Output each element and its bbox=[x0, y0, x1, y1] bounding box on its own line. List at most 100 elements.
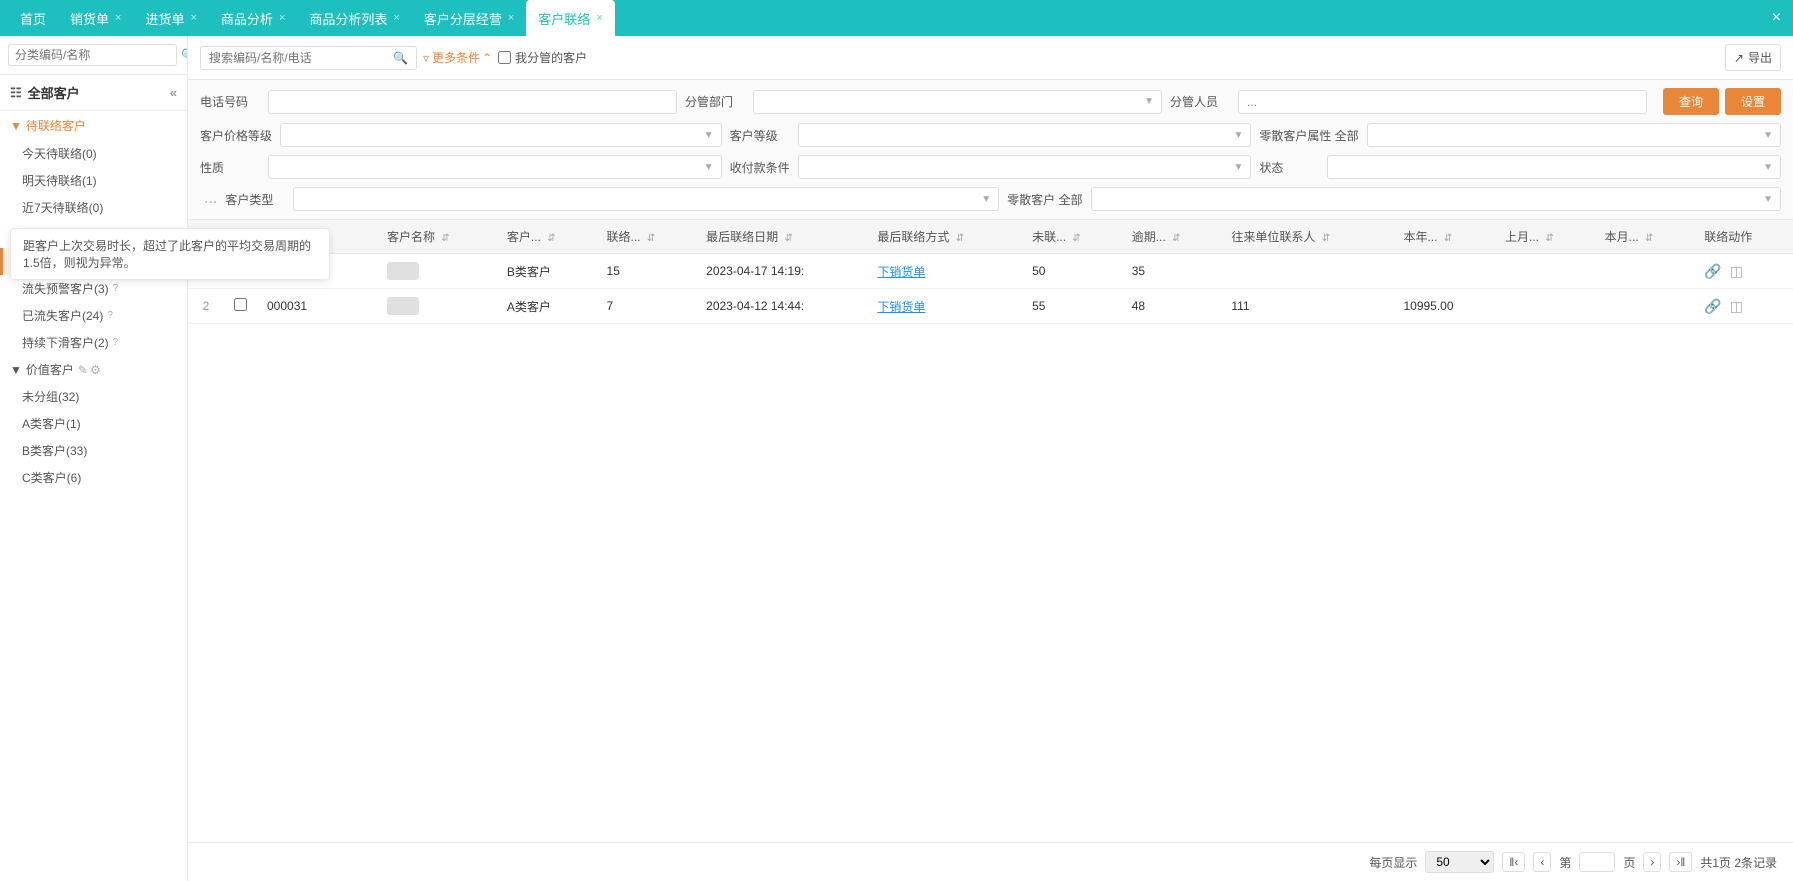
per-page-select[interactable]: 20 50 100 bbox=[1425, 851, 1494, 873]
sidebar-item-a-class[interactable]: A类客户(1) bbox=[0, 410, 187, 437]
my-customers-checkbox[interactable] bbox=[498, 51, 511, 64]
phone-input[interactable] bbox=[268, 90, 677, 114]
dept-select[interactable] bbox=[753, 90, 1162, 114]
sidebar-item-churned[interactable]: 已流失客户(24) ? bbox=[0, 302, 187, 329]
table-row: 2 000031 A类客户 7 2023-04-12 14:44: 下销货单 5… bbox=[188, 289, 1793, 324]
customer-type-select[interactable] bbox=[293, 187, 999, 211]
action-qr-icon[interactable]: ◫ bbox=[1730, 263, 1743, 280]
cell-action: 🔗 ◫ bbox=[1694, 289, 1793, 324]
settings-icon[interactable]: ⚙ bbox=[90, 363, 101, 377]
prev-page-button[interactable]: ‹ bbox=[1533, 852, 1551, 872]
retail-customer-select-wrapper: ▼ bbox=[1091, 187, 1781, 211]
sort-category-icon[interactable]: ⇵ bbox=[547, 233, 555, 244]
close-analysis-icon[interactable]: × bbox=[279, 12, 285, 24]
sort-year-icon[interactable]: ⇵ bbox=[1444, 233, 1452, 244]
price-level-select-wrapper: ▼ bbox=[280, 123, 722, 147]
close-purchase-icon[interactable]: × bbox=[190, 12, 196, 24]
sidebar-item-b-class[interactable]: B类客户(33) bbox=[0, 437, 187, 464]
sort-method-icon[interactable]: ⇵ bbox=[956, 233, 964, 244]
nav-customer-seg[interactable]: 客户分层经营 × bbox=[412, 0, 526, 36]
cell-code: 000031 bbox=[257, 289, 377, 324]
status-select-wrapper: ▼ bbox=[1327, 155, 1781, 179]
sort-overdue-icon[interactable]: ⇵ bbox=[1172, 233, 1180, 244]
sort-history-icon[interactable]: ⇵ bbox=[1322, 233, 1330, 244]
col-category: 客户... ⇵ bbox=[497, 220, 597, 254]
close-customer-contact-icon[interactable]: × bbox=[596, 12, 602, 24]
query-button[interactable]: 查询 bbox=[1663, 88, 1719, 115]
sidebar-item-declining[interactable]: 持续下滑客户(2) ? bbox=[0, 329, 187, 356]
customer-level-select[interactable] bbox=[798, 123, 1252, 147]
pending-arrow-icon: ▼ bbox=[10, 119, 22, 133]
cell-contact: 15 bbox=[597, 254, 697, 289]
cell-this-year bbox=[1393, 254, 1495, 289]
value-section-title[interactable]: ▼ 价值客户 ✎ ⚙ bbox=[0, 356, 187, 383]
filter-buttons: 查询 设置 bbox=[1663, 88, 1781, 115]
cell-overdue: 48 bbox=[1122, 289, 1222, 324]
next-page-button[interactable]: › bbox=[1643, 852, 1661, 872]
nav-customer-contact[interactable]: 客户联络 × bbox=[526, 0, 614, 36]
sidebar-search-input[interactable] bbox=[8, 44, 177, 66]
action-link-icon[interactable]: 🔗 bbox=[1704, 298, 1721, 315]
last-method-link[interactable]: 下销货单 bbox=[877, 300, 925, 314]
filter-row-1: 电话号码 分管部门 ▼ 分管人员 查询 设置 bbox=[200, 88, 1781, 115]
sidebar-item-today[interactable]: 今天待联络(0) bbox=[0, 140, 187, 167]
manager-input[interactable] bbox=[1238, 90, 1647, 114]
row-checkbox-1[interactable] bbox=[234, 298, 247, 311]
sidebar-item-ungraded[interactable]: 未分组(32) bbox=[0, 383, 187, 410]
close-all-button[interactable]: × bbox=[1772, 9, 1781, 27]
sort-uncontacted-icon[interactable]: ⇵ bbox=[1072, 233, 1080, 244]
cell-name bbox=[377, 254, 497, 289]
filter-status: 状态 ▼ bbox=[1259, 155, 1781, 179]
sort-name-icon[interactable]: ⇵ bbox=[441, 233, 449, 244]
cell-overdue: 35 bbox=[1122, 254, 1222, 289]
dept-label: 分管部门 bbox=[685, 93, 745, 110]
last-method-link[interactable]: 下销货单 bbox=[877, 265, 925, 279]
action-link-icon[interactable]: 🔗 bbox=[1704, 263, 1721, 280]
filter-customer-level: 客户等级 ▼ bbox=[730, 123, 1252, 147]
edit-icon[interactable]: ✎ bbox=[78, 363, 88, 377]
sidebar-search-icon[interactable]: 🔍 bbox=[181, 48, 188, 62]
close-analysis-list-icon[interactable]: × bbox=[393, 12, 399, 24]
retail-attr-select[interactable] bbox=[1367, 123, 1781, 147]
dots-button[interactable]: ... bbox=[204, 190, 217, 208]
nav-analysis[interactable]: 商品分析 × bbox=[209, 0, 297, 36]
cell-name bbox=[377, 289, 497, 324]
action-qr-icon[interactable]: ◫ bbox=[1730, 298, 1743, 315]
settings-button[interactable]: 设置 bbox=[1725, 88, 1781, 115]
cell-uncontacted: 55 bbox=[1022, 289, 1122, 324]
col-this-year: 本年... ⇵ bbox=[1393, 220, 1495, 254]
sort-this-month-icon[interactable]: ⇵ bbox=[1645, 233, 1653, 244]
first-page-button[interactable]: ‖‹ bbox=[1502, 852, 1525, 872]
tooltip-box: 距客户上次交易时长，超过了此客户的平均交易周期的1.5倍，则视为异常。 bbox=[10, 228, 330, 280]
gender-select[interactable] bbox=[268, 155, 722, 179]
nav-home[interactable]: 首页 bbox=[8, 0, 58, 36]
toolbar-search-icon[interactable]: 🔍 bbox=[393, 51, 408, 65]
close-sales-icon[interactable]: × bbox=[115, 12, 121, 24]
search-input[interactable] bbox=[209, 51, 389, 65]
price-level-select[interactable] bbox=[280, 123, 722, 147]
last-page-button[interactable]: ›‖ bbox=[1669, 852, 1692, 872]
export-button[interactable]: ↗ 导出 bbox=[1725, 44, 1781, 71]
cell-last-month bbox=[1495, 254, 1595, 289]
sidebar-item-c-class[interactable]: C类客户(6) bbox=[0, 464, 187, 491]
export-icon: ↗ bbox=[1734, 51, 1744, 65]
col-last-method: 最后联络方式 ⇵ bbox=[867, 220, 1022, 254]
payment-select[interactable] bbox=[798, 155, 1252, 179]
cell-this-year: 10995.00 bbox=[1393, 289, 1495, 324]
sidebar-item-7days[interactable]: 近7天待联络(0) bbox=[0, 194, 187, 221]
sidebar-item-tomorrow[interactable]: 明天待联络(1) bbox=[0, 167, 187, 194]
sort-contact-icon[interactable]: ⇵ bbox=[647, 233, 655, 244]
pending-section-title[interactable]: ▼ 待联络客户 bbox=[0, 111, 187, 140]
page-input[interactable]: 1 bbox=[1579, 852, 1615, 872]
sort-date-icon[interactable]: ⇵ bbox=[785, 233, 793, 244]
more-conditions-button[interactable]: ▿ 更多条件 ⌃ bbox=[423, 49, 492, 66]
sort-last-month-icon[interactable]: ⇵ bbox=[1545, 233, 1553, 244]
customer-table: ⚙ 客户编码 ⇵ 客户名称 ⇵ bbox=[188, 220, 1793, 324]
retail-customer-select[interactable] bbox=[1091, 187, 1781, 211]
sidebar-collapse-icon[interactable]: « bbox=[170, 85, 177, 100]
nav-sales[interactable]: 销货单 × bbox=[58, 0, 133, 36]
close-customer-seg-icon[interactable]: × bbox=[508, 12, 514, 24]
status-select[interactable] bbox=[1327, 155, 1781, 179]
nav-purchase[interactable]: 进货单 × bbox=[133, 0, 208, 36]
nav-analysis-list[interactable]: 商品分析列表 × bbox=[297, 0, 411, 36]
